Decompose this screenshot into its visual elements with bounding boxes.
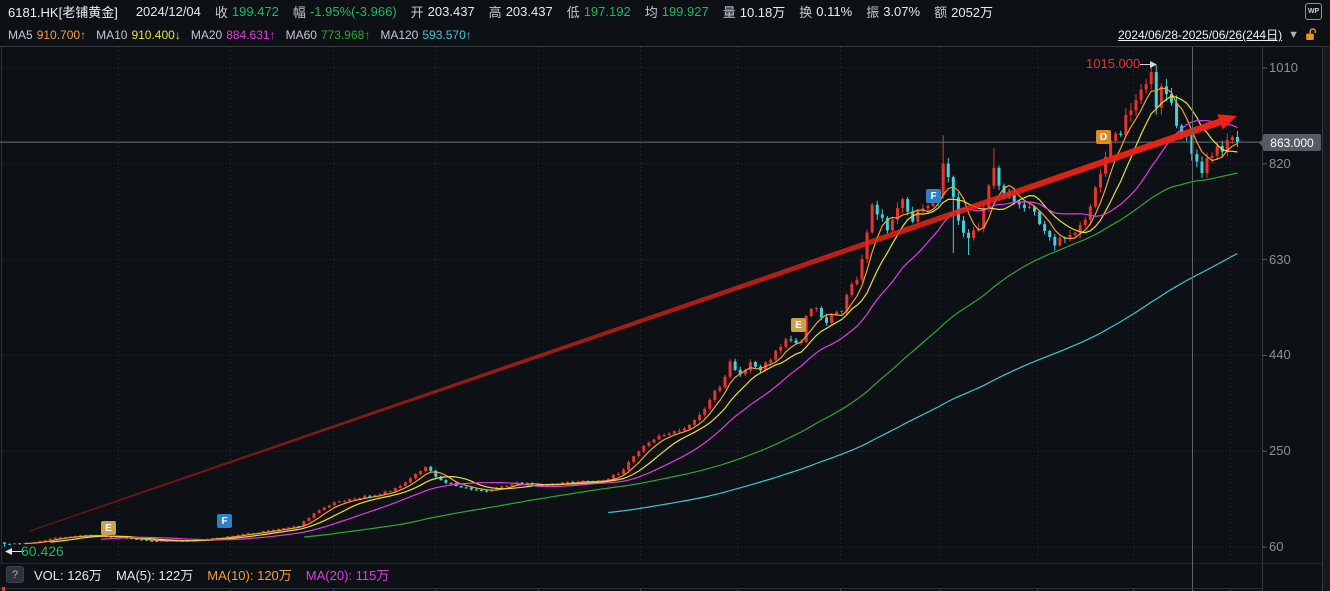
stock-symbol[interactable]: 6181.HK[老铺黄金] [8,2,118,21]
wp-icon[interactable]: WP [1305,3,1322,20]
y-axis-tick-label: 630 [1269,251,1291,267]
field-value-low: 197.192 [583,4,631,19]
ma20-label: MA20 [190,27,223,42]
ma5-value: 910.700↑ [36,27,87,42]
field-value-open: 203.437 [427,4,475,19]
badge-arrow-icon [1254,137,1264,148]
field-value-volume: 10.18万 [739,5,786,20]
ma10-label: MA10 [96,27,128,42]
ma20-value: 884.631↑ [226,27,276,42]
field-label-low: 低 [566,5,580,20]
field-value-close: 199.472 [231,4,279,19]
y-axis-tick-label: 820 [1269,155,1291,171]
field-value-amount: 2052万 [951,5,994,20]
volume-legend-bar: ? VOL: 126万 MA(5): 122万 MA(10): 120万 MA(… [0,564,1330,585]
field-label-change: 幅 [292,5,306,20]
y-axis-tick-label: 60 [1269,539,1284,554]
candlestick-chart[interactable] [0,0,1330,591]
event-marker-e[interactable]: E [791,318,806,332]
ma60-label: MA60 [285,27,317,42]
chevron-down-icon[interactable]: ▼ [1288,29,1299,41]
ma5-label: MA5 [8,27,33,42]
y-axis-tick-label: 1010 [1269,60,1298,75]
date-range-label[interactable]: 2024/06/28-2025/06/26(244日) [1118,26,1282,43]
y-axis-tick-label: 440 [1269,347,1291,363]
field-label-turnover-rate: 换 [799,5,813,20]
ma120-value: 593.570↑ [422,27,472,42]
help-icon[interactable]: ? [6,566,24,583]
field-label-amplitude: 振 [866,5,880,20]
ma-legend-bar: MA5 910.700↑ MA10 910.400↓ MA20 884.631↑ MA… [0,23,1330,46]
high-price-annotation: 1015.000 [1086,56,1141,71]
ma60-value: 773.968↑ [320,27,371,42]
quote-header: 6181.HK[老铺黄金] 2024/12/04 收 199.472 幅 -1.95… [0,0,1330,23]
ma120-label: MA120 [380,27,419,42]
unlock-icon[interactable] [1305,27,1318,42]
field-value-high: 203.437 [505,4,553,19]
vol-value: VOL: 126万 [34,568,102,583]
field-label-close: 收 [214,5,228,20]
quote-date: 2024/12/04 [135,4,201,19]
event-marker-f[interactable]: F [217,514,232,528]
field-value-turnover-rate: 0.11% [816,4,853,19]
last-price-badge: 863.000 [1259,134,1321,151]
event-marker-f[interactable]: F [926,189,941,203]
ma10-value: 910.400↓ [131,27,181,42]
event-marker-e[interactable]: E [101,521,116,535]
field-value-change: -1.95%(-3.966) [309,4,397,19]
field-label-volume: 量 [722,5,736,20]
field-value-amplitude: 3.07% [883,4,921,19]
date-range-control[interactable]: 2024/06/28-2025/06/26(244日) ▼ [1118,26,1322,43]
event-marker-d[interactable]: D [1096,130,1111,144]
last-price-value: 863.000 [1270,135,1314,150]
field-label-amount: 额 [934,5,948,20]
field-label-high: 高 [488,5,502,20]
vol-ma10-value: MA(10): 120万 [207,568,292,583]
field-label-open: 开 [410,5,424,20]
vol-ma20-value: MA(20): 115万 [305,568,390,583]
low-price-annotation: 60.426 [21,543,64,559]
field-value-avg: 199.927 [661,4,709,19]
y-axis-tick-label: 250 [1269,443,1291,459]
field-label-avg: 均 [644,5,658,20]
vol-ma5-value: MA(5): 122万 [115,568,194,583]
